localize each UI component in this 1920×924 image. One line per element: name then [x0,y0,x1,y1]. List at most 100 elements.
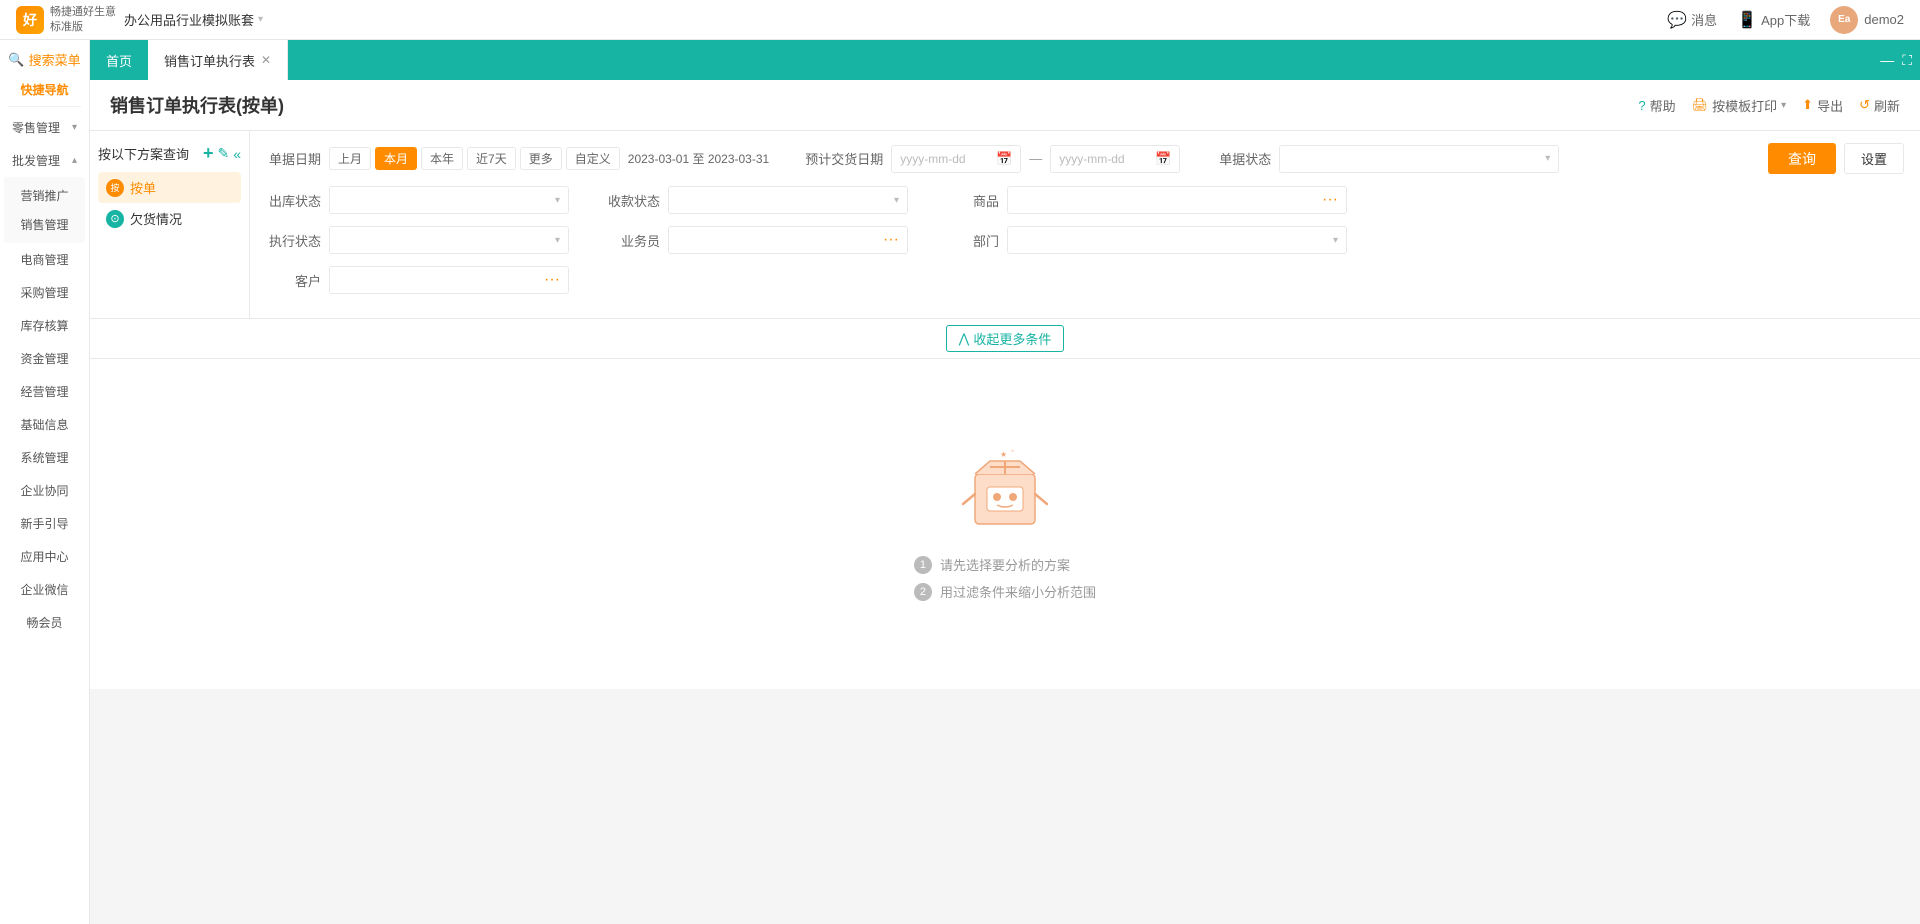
main-layout: 🔍 搜索菜单 快捷导航 零售管理 ▾ 批发管理 ▴ 营销推广 销售管理 电商管理 [0,40,1920,924]
message-icon: 💬 [1667,10,1687,30]
phone-icon: 📱 [1737,10,1757,30]
empty-state: ★ ✦ 1 请先选择要分析的方案 2 用过滤条件来缩小分析范围 [90,359,1920,689]
tab-sales-order[interactable]: 销售订单执行表 ✕ [148,40,288,80]
sidebar: 🔍 搜索菜单 快捷导航 零售管理 ▾ 批发管理 ▴ 营销推广 销售管理 电商管理 [0,40,90,924]
company-selector[interactable]: 办公用品行业模拟账套 ▾ [124,10,263,29]
date-range-display: 2023-03-01 至 2023-03-31 [628,150,769,167]
search-menu-button[interactable]: 🔍 搜索菜单 [8,50,81,69]
scheme-header: 按以下方案查询 + ✎ « [98,143,241,164]
user-profile[interactable]: Ea demo2 [1830,6,1904,34]
date-btn-custom[interactable]: 自定义 [566,147,620,170]
svg-text:★: ★ [1000,450,1007,459]
top-bar-left: 好 畅捷通好生意 标准版 办公用品行业模拟账套 ▾ [16,5,263,34]
logo-icon: 好 [16,6,44,34]
chevron-down-icon: ▾ [555,195,560,206]
date-btn-more[interactable]: 更多 [520,147,562,170]
sidebar-item-newbie[interactable]: 新手引导 [0,507,89,540]
sidebar-item-apps[interactable]: 应用中心 [0,540,89,573]
customer-label: 客户 [266,271,321,290]
scheme-add-button[interactable]: + [203,143,214,164]
filter-item-expected-date: 预计交货日期 yyyy-mm-dd 📅 — yyyy-mm-dd 📅 [805,145,1180,173]
sidebar-item-basic[interactable]: 基础信息 [0,408,89,441]
sidebar-item-ecommerce[interactable]: 电商管理 [0,243,89,276]
status-label: 单据状态 [1216,149,1271,168]
scheme-item-byorder[interactable]: 按 按单 [98,172,241,203]
sidebar-item-sales[interactable]: 销售管理 [12,210,77,239]
content-wrapper: 首页 销售订单执行表 ✕ — ⛶ 销售订单执行表(按单) [90,40,1920,924]
sidebar-item-inventory[interactable]: 库存核算 [0,309,89,342]
scheme-item-by-payment[interactable]: ⊙ 欠货情况 [98,203,241,234]
collapse-icon: ⋀ [959,331,970,347]
customer-input[interactable]: ··· [329,266,569,294]
tab-home[interactable]: 首页 [90,40,148,80]
app-download-button[interactable]: 📱 App下载 [1737,10,1810,30]
tab-minimize-button[interactable]: — [1880,52,1894,68]
sidebar-divider [8,106,81,107]
filter-row-1: 单据日期 上月 本月 本年 近7天 更多 自定义 [266,143,1904,174]
payment-status-select[interactable]: ▾ [668,186,908,214]
product-input[interactable]: ··· [1007,186,1347,214]
date-range-separator: — [1029,151,1042,166]
salesperson-input[interactable]: ··· [668,226,908,254]
export-button[interactable]: ⬆ 导出 [1802,96,1843,115]
sidebar-item-system[interactable]: 系统管理 [0,441,89,474]
date-quick-btns: 上月 本月 本年 近7天 更多 自定义 [329,147,620,170]
tab-maximize-button[interactable]: ⛶ [1902,52,1912,69]
app-container: 好 畅捷通好生意 标准版 办公用品行业模拟账套 ▾ 💬 消息 📱 App下载 [0,0,1920,924]
more-icon-2[interactable]: ··· [883,231,899,249]
help-icon: ? [1638,98,1645,113]
out-status-select[interactable]: ▾ [329,186,569,214]
print-button[interactable]: 🖨 按模板打印 ▾ [1692,96,1787,115]
sidebar-item-operation[interactable]: 经营管理 [0,375,89,408]
empty-state-svg: ★ ✦ [955,439,1055,539]
svg-text:✦: ✦ [1010,448,1015,455]
out-status-label: 出库状态 [266,191,321,210]
scheme-icons: + ✎ « [203,143,241,164]
logo-text: 畅捷通好生意 标准版 [50,5,116,34]
collapse-conditions-button[interactable]: ⋀ 收起更多条件 [946,325,1065,352]
tab-close-icon[interactable]: ✕ [261,53,271,67]
scheme-panel: 按以下方案查询 + ✎ « 按 按单 ⊙ [90,131,250,318]
scheme-edit-button[interactable]: ✎ [217,145,229,162]
filter-item-payment-status: 收款状态 ▾ [605,186,908,214]
dept-select[interactable]: ▾ [1007,226,1347,254]
filter-item-dept: 部门 ▾ [944,226,1347,254]
sidebar-item-wholesale[interactable]: 批发管理 ▴ [0,144,89,177]
date-btn-7days[interactable]: 近7天 [467,147,516,170]
expected-date-start-input[interactable]: yyyy-mm-dd 📅 [891,145,1021,173]
calendar-icon-2: 📅 [1155,151,1171,167]
date-btn-this-month[interactable]: 本月 [375,147,417,170]
sidebar-item-marketing[interactable]: 营销推广 [12,181,77,210]
message-button[interactable]: 💬 消息 [1667,10,1717,30]
sidebar-item-purchase[interactable]: 采购管理 [0,276,89,309]
empty-illustration: ★ ✦ [955,439,1055,539]
settings-button[interactable]: 设置 [1844,143,1904,174]
chevron-down-icon: ▾ [894,195,899,206]
expected-date-end-input[interactable]: yyyy-mm-dd 📅 [1050,145,1180,173]
date-btn-this-year[interactable]: 本年 [421,147,463,170]
sidebar-item-enterprise[interactable]: 企业协同 [0,474,89,507]
quick-nav-label: 快捷导航 [0,75,89,102]
sidebar-item-wechat[interactable]: 企业微信 [0,573,89,606]
query-button[interactable]: 查询 [1768,143,1836,174]
sidebar-item-retail[interactable]: 零售管理 ▾ [0,111,89,144]
filter-item-date: 单据日期 上月 本月 本年 近7天 更多 自定义 [266,147,620,170]
step-num-1: 1 [914,556,932,574]
exec-status-select[interactable]: ▾ [329,226,569,254]
refresh-button[interactable]: ↺ 刷新 [1859,96,1900,115]
payment-status-label: 收款状态 [605,191,660,210]
more-icon-3[interactable]: ··· [544,271,560,289]
sidebar-item-finance[interactable]: 资金管理 [0,342,89,375]
refresh-icon: ↺ [1859,97,1870,113]
step-num-2: 2 [914,583,932,601]
sidebar-item-member[interactable]: 畅会员 [0,606,89,639]
query-action-group: 查询 设置 [1768,143,1904,174]
date-btn-last-month[interactable]: 上月 [329,147,371,170]
status-select[interactable]: ▾ [1279,145,1559,173]
filter-row-3: 执行状态 ▾ 业务员 ··· [266,226,1904,254]
scheme-collapse-button[interactable]: « [233,146,241,162]
more-icon[interactable]: ··· [1322,191,1338,209]
help-button[interactable]: ? 帮助 [1638,96,1675,115]
empty-step-1: 1 请先选择要分析的方案 [914,555,1096,574]
filter-item-exec-status: 执行状态 ▾ [266,226,569,254]
